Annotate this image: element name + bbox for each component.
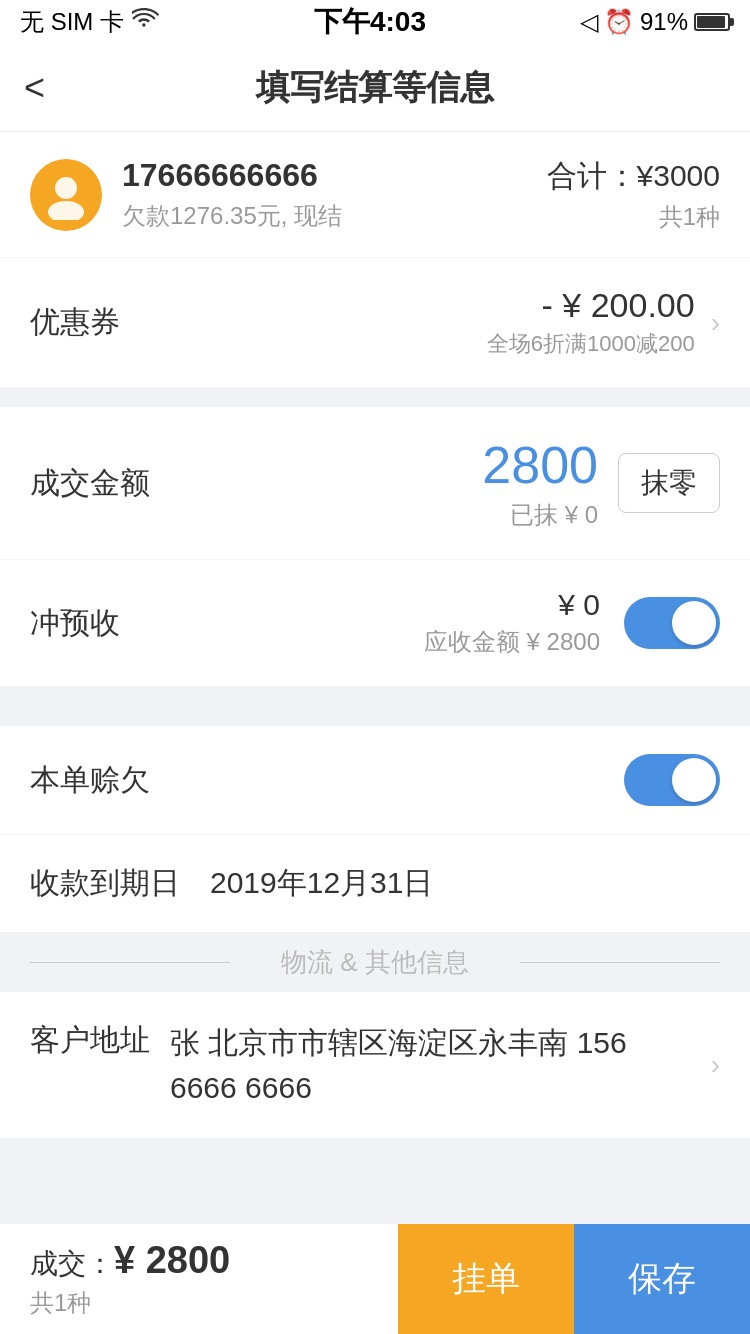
back-icon: < [24,67,45,108]
nav-bar: < 填写结算等信息 [0,44,750,132]
due-date-value: 2019年12月31日 [210,863,433,904]
debt-toggle[interactable] [624,754,720,806]
address-right: 张 北京市市辖区海淀区永丰南 156 6666 6666 › [170,1020,720,1110]
address-value: 张 北京市市辖区海淀区永丰南 156 6666 6666 [170,1020,695,1110]
round-button[interactable]: 抹零 [618,453,720,513]
debt-label: 本单赊欠 [30,760,150,801]
bottom-deal-amount: ¥ 2800 [114,1239,230,1281]
bottom-bar: 成交：¥ 2800 共1种 挂单 保存 [0,1224,750,1334]
precharge-right-group: ¥ 0 应收金额 ¥ 2800 [424,588,720,658]
svg-point-0 [55,177,77,199]
save-button[interactable]: 保存 [574,1224,750,1334]
sim-status: 无 SIM 卡 [20,6,124,38]
coupon-desc: 全场6折满1000减200 [487,329,695,359]
precharge-label: 冲预收 [30,603,120,644]
avatar [30,159,102,231]
main-content: 17666666666 欠款1276.35元, 现结 合计：¥3000 共1种 … [0,132,750,1334]
precharge-amount: ¥ 0 [424,588,600,622]
address-row[interactable]: 客户地址 张 北京市市辖区海淀区永丰南 156 6666 6666 › [0,992,750,1138]
address-section[interactable]: 客户地址 张 北京市市辖区海淀区永丰南 156 6666 6666 › [0,992,750,1138]
customer-info: 17666666666 欠款1276.35元, 现结 [122,157,342,232]
customer-left: 17666666666 欠款1276.35元, 现结 [30,157,342,232]
coupon-label: 优惠券 [30,302,120,343]
status-left: 无 SIM 卡 [20,6,160,38]
customer-phone: 17666666666 [122,157,342,194]
due-date-label: 收款到期日 [30,863,180,904]
svg-point-1 [48,201,84,220]
total-count: 共1种 [547,201,720,233]
deal-amount-label: 成交金额 [30,463,150,504]
customer-card: 17666666666 欠款1276.35元, 现结 合计：¥3000 共1种 [0,132,750,257]
page-title: 填写结算等信息 [256,65,494,111]
clock-icon: ⏰ [604,8,634,36]
back-button[interactable]: < [24,67,45,109]
bottom-deal: 成交：¥ 2800 [30,1239,368,1283]
section-divider-2 [0,686,750,706]
section-divider-1 [0,387,750,407]
total-amount: 合计：¥3000 [547,156,720,197]
battery-pct: 91% [640,8,688,36]
deal-amount-value: 2800 [482,435,598,495]
due-date-row: 收款到期日 2019年12月31日 [0,835,750,932]
location-icon: ◁ [580,8,598,36]
debt-row: 本单赊欠 [0,726,750,835]
wifi-icon [132,8,160,36]
battery-icon [694,13,730,31]
deal-amount-right: 2800 已抹 ¥ 0 抹零 [482,435,720,531]
status-right: ◁ ⏰ 91% [580,8,730,36]
customer-right: 合计：¥3000 共1种 [547,156,720,233]
customer-desc: 欠款1276.35元, 现结 [122,200,342,232]
precharge-info: ¥ 0 应收金额 ¥ 2800 [424,588,600,658]
hang-button[interactable]: 挂单 [398,1224,574,1334]
form-section-1: 成交金额 2800 已抹 ¥ 0 抹零 冲预收 ¥ 0 应收金额 ¥ 2800 [0,407,750,686]
precharge-toggle[interactable] [624,597,720,649]
bottom-summary: 成交：¥ 2800 共1种 [0,1239,398,1319]
deal-amount-col: 2800 已抹 ¥ 0 [482,435,598,531]
bottom-count: 共1种 [30,1287,368,1319]
status-bar: 无 SIM 卡 下午4:03 ◁ ⏰ 91% [0,0,750,44]
coupon-amount: - ¥ 200.00 [487,286,695,325]
coupon-info: - ¥ 200.00 全场6折满1000减200 [487,286,695,359]
coupon-row[interactable]: 优惠券 - ¥ 200.00 全场6折满1000减200 › [0,258,750,387]
coupon-right: - ¥ 200.00 全场6折满1000减200 › [487,286,720,359]
chevron-right-icon: › [711,307,720,339]
precharge-row: 冲预收 ¥ 0 应收金额 ¥ 2800 [0,560,750,686]
deal-amount-sub: 已抹 ¥ 0 [482,499,598,531]
deal-amount-row: 成交金额 2800 已抹 ¥ 0 抹零 [0,407,750,560]
toggle-knob [672,601,716,645]
precharge-sub: 应收金额 ¥ 2800 [424,626,600,658]
address-label: 客户地址 [30,1020,150,1061]
form-section-2: 本单赊欠 收款到期日 2019年12月31日 [0,726,750,932]
logistics-label: 物流 & 其他信息 [261,945,489,980]
debt-toggle-knob [672,758,716,802]
status-time: 下午4:03 [314,3,426,41]
bottom-deal-label: 成交： [30,1248,114,1279]
logistics-divider: 物流 & 其他信息 [0,932,750,992]
address-chevron-icon: › [711,1049,720,1081]
